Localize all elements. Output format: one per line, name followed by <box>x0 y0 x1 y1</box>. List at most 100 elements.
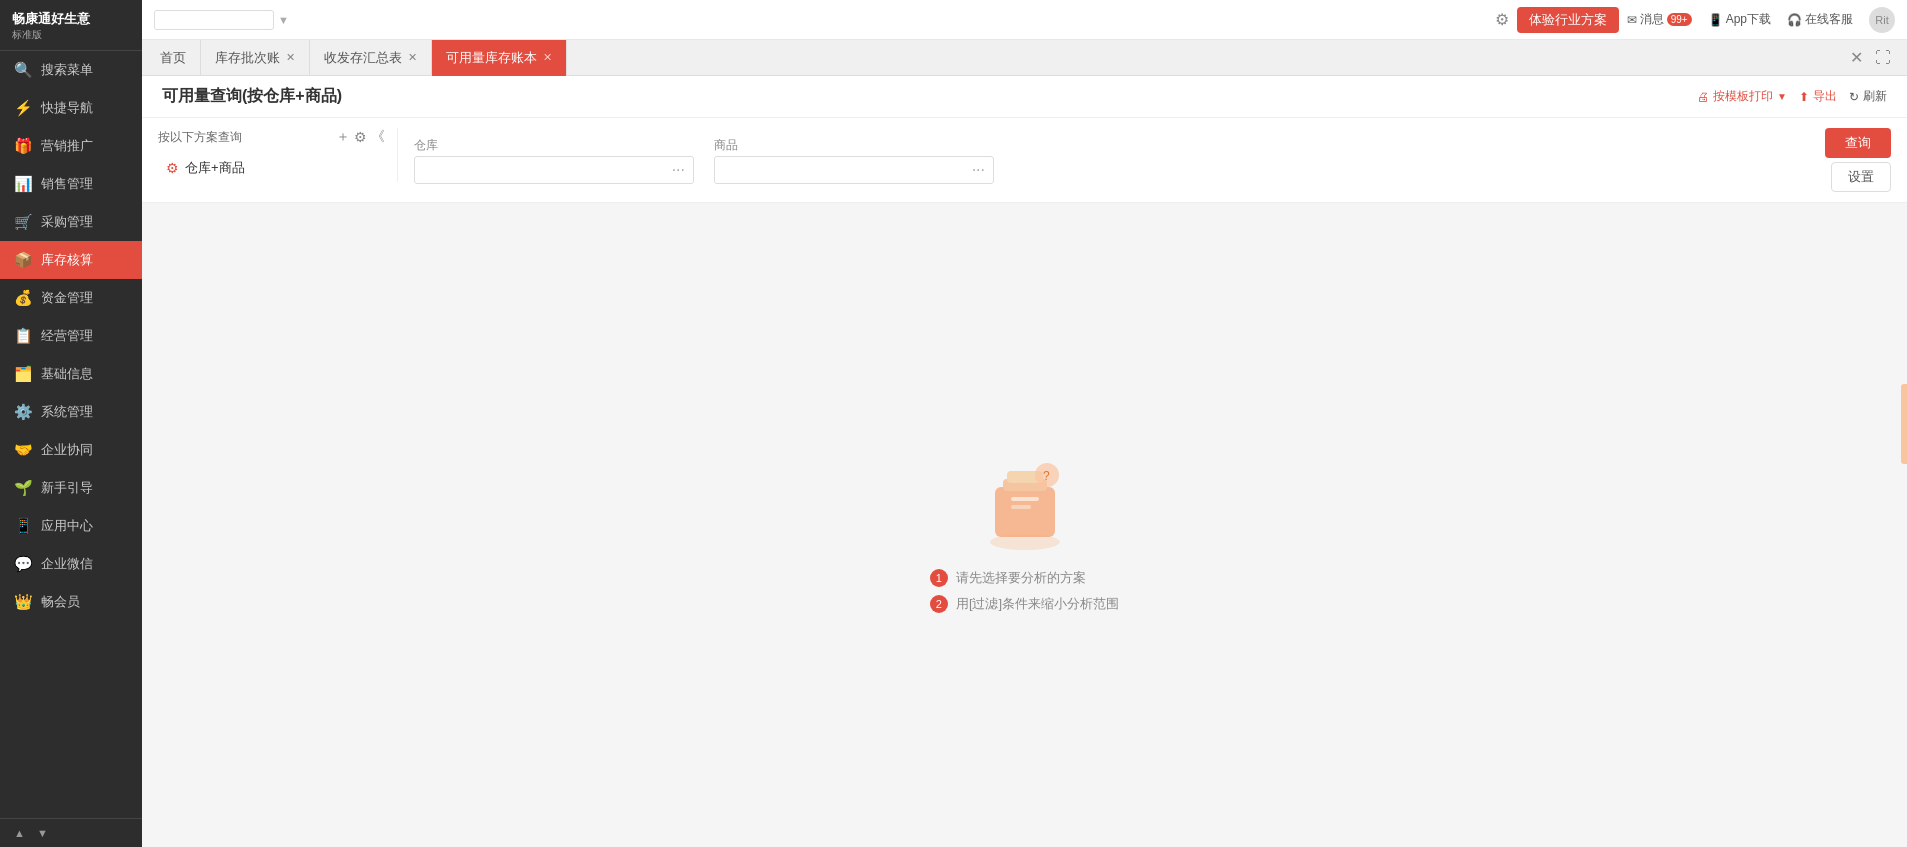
tab-home[interactable]: 首页 <box>146 40 201 76</box>
print-icon: 🖨 <box>1697 90 1709 104</box>
topbar-breadcrumb: ▼ <box>154 10 1487 30</box>
product-label: 商品 <box>714 137 994 154</box>
tab-close-icon[interactable]: ✕ <box>543 51 552 64</box>
warehouse-dots-icon[interactable]: ··· <box>672 161 685 179</box>
sidebar-item-label: 资金管理 <box>41 289 93 307</box>
add-scheme-button[interactable]: ＋ <box>336 128 350 146</box>
sidebar-item-label: 新手引导 <box>41 479 93 497</box>
sidebar-scroll-down-icon: ▼ <box>37 827 48 839</box>
app-download-button[interactable]: 📱 App下载 <box>1708 11 1771 28</box>
message-button[interactable]: ✉ 消息 99+ <box>1627 11 1692 28</box>
warehouse-label: 仓库 <box>414 137 694 154</box>
handshake-icon: 🤝 <box>14 441 33 459</box>
tab-close-all-button[interactable]: ✕ <box>1846 46 1867 69</box>
sidebar-item-enterprise[interactable]: 🤝 企业协同 <box>0 431 142 469</box>
print-label: 按模板打印 <box>1713 88 1773 105</box>
right-edge-indicator <box>1901 384 1907 464</box>
guide-icon: 🌱 <box>14 479 33 497</box>
tabs-bar: 首页 库存批次账 ✕ 收发存汇总表 ✕ 可用量库存账本 ✕ ✕ ⛶ <box>142 40 1907 76</box>
topbar-search-input[interactable] <box>154 10 274 30</box>
user-avatar[interactable]: Rit <box>1869 7 1895 33</box>
topbar-settings-icon[interactable]: ⚙ <box>1495 10 1509 29</box>
sidebar-item-operations[interactable]: 📋 经营管理 <box>0 317 142 355</box>
app-title: 畅康通好生意 <box>12 10 130 28</box>
export-icon: ⬆ <box>1799 90 1809 104</box>
tab-receipt-summary-label: 收发存汇总表 <box>324 49 402 67</box>
tab-home-label: 首页 <box>160 49 186 67</box>
cart-icon: 🛒 <box>14 213 33 231</box>
box-icon: 📦 <box>14 251 33 269</box>
message-badge: 99+ <box>1667 13 1692 26</box>
sidebar-item-guide[interactable]: 🌱 新手引导 <box>0 469 142 507</box>
tab-expand-button[interactable]: ⛶ <box>1871 47 1895 69</box>
dropdown-arrow-icon: ▼ <box>278 14 289 26</box>
export-button[interactable]: ⬆ 导出 <box>1799 88 1837 105</box>
sidebar-item-search[interactable]: 🔍 搜索菜单 <box>0 51 142 89</box>
tip-2-text: 用[过滤]条件来缩小分析范围 <box>956 595 1119 613</box>
sidebar-bottom: ▲ ▼ <box>0 818 142 847</box>
warehouse-input[interactable]: ··· <box>414 156 694 184</box>
sidebar-item-label: 基础信息 <box>41 365 93 383</box>
sidebar-item-appstore[interactable]: 📱 应用中心 <box>0 507 142 545</box>
product-dots-icon[interactable]: ··· <box>972 161 985 179</box>
dropdown-chevron-icon: ▼ <box>1777 91 1787 102</box>
trial-industry-button[interactable]: 体验行业方案 <box>1517 7 1619 33</box>
product-input[interactable]: ··· <box>714 156 994 184</box>
empty-tips: 1 请先选择要分析的方案 2 用[过滤]条件来缩小分析范围 <box>930 569 1119 613</box>
wechat-icon: 💬 <box>14 555 33 573</box>
scheme-item-icon: ⚙ <box>166 160 179 176</box>
filter-scheme-header: 按以下方案查询 ＋ ⚙ 《 <box>158 128 385 146</box>
search-icon: 🔍 <box>14 61 33 79</box>
refresh-button[interactable]: ↻ 刷新 <box>1849 88 1887 105</box>
tabs-actions: ✕ ⛶ <box>1846 46 1903 69</box>
online-service-button[interactable]: 🎧 在线客服 <box>1787 11 1853 28</box>
page-actions: 🖨 按模板打印 ▼ ⬆ 导出 ↻ 刷新 <box>1697 88 1887 105</box>
sidebar-item-member[interactable]: 👑 畅会员 <box>0 583 142 621</box>
sidebar-item-label: 系统管理 <box>41 403 93 421</box>
sidebar-item-shortcuts[interactable]: ⚡ 快捷导航 <box>0 89 142 127</box>
tab-batch-ledger[interactable]: 库存批次账 ✕ <box>201 40 310 76</box>
sidebar-item-label: 企业微信 <box>41 555 93 573</box>
collapse-scheme-button[interactable]: 《 <box>371 128 385 146</box>
empty-tip-1: 1 请先选择要分析的方案 <box>930 569 1119 587</box>
print-template-button[interactable]: 🖨 按模板打印 ▼ <box>1697 88 1787 105</box>
app-download-label: App下载 <box>1726 11 1771 28</box>
tip-1-text: 请先选择要分析的方案 <box>956 569 1086 587</box>
sidebar-item-wechat[interactable]: 💬 企业微信 <box>0 545 142 583</box>
svg-rect-5 <box>1011 505 1031 509</box>
sidebar-item-basic[interactable]: 🗂️ 基础信息 <box>0 355 142 393</box>
sidebar: 畅康通好生意 标准版 🔍 搜索菜单 ⚡ 快捷导航 🎁 营销推广 📊 销售管理 🛒… <box>0 0 142 847</box>
tab-batch-ledger-label: 库存批次账 <box>215 49 280 67</box>
topbar-right: ✉ 消息 99+ 📱 App下载 🎧 在线客服 Rit <box>1627 7 1895 33</box>
scheme-item-warehouse-product[interactable]: ⚙ 仓库+商品 <box>158 154 385 182</box>
gift-icon: 🎁 <box>14 137 33 155</box>
sidebar-item-label: 快捷导航 <box>41 99 93 117</box>
sidebar-item-purchase[interactable]: 🛒 采购管理 <box>0 203 142 241</box>
product-field: 商品 ··· <box>714 137 994 184</box>
page-content: 可用量查询(按仓库+商品) 🖨 按模板打印 ▼ ⬆ 导出 ↻ 刷新 <box>142 76 1907 847</box>
warehouse-field: 仓库 ··· <box>414 137 694 184</box>
app-subtitle: 标准版 <box>12 28 130 42</box>
scheme-actions: ＋ ⚙ 《 <box>336 128 385 146</box>
sidebar-item-system[interactable]: ⚙️ 系统管理 <box>0 393 142 431</box>
filter-fields: 仓库 ··· 商品 ··· 查询 设置 <box>398 128 1891 192</box>
svg-rect-1 <box>995 487 1055 537</box>
scheme-label: 按以下方案查询 <box>158 129 242 146</box>
tab-close-icon[interactable]: ✕ <box>286 51 295 64</box>
settings-button[interactable]: 设置 <box>1831 162 1891 192</box>
sidebar-item-label: 企业协同 <box>41 441 93 459</box>
sidebar-item-marketing[interactable]: 🎁 营销推广 <box>0 127 142 165</box>
sidebar-item-inventory[interactable]: 📦 库存核算 <box>0 241 142 279</box>
edit-scheme-button[interactable]: ⚙ <box>354 128 367 146</box>
query-button[interactable]: 查询 <box>1825 128 1891 158</box>
tab-close-icon[interactable]: ✕ <box>408 51 417 64</box>
crown-icon: 👑 <box>14 593 33 611</box>
sidebar-nav: 🔍 搜索菜单 ⚡ 快捷导航 🎁 营销推广 📊 销售管理 🛒 采购管理 📦 库存核… <box>0 51 142 818</box>
scheme-item-label: 仓库+商品 <box>185 159 245 177</box>
tab-available-ledger[interactable]: 可用量库存账本 ✕ <box>432 40 567 76</box>
headset-icon: 🎧 <box>1787 13 1802 27</box>
sidebar-item-finance[interactable]: 💰 资金管理 <box>0 279 142 317</box>
tab-receipt-summary[interactable]: 收发存汇总表 ✕ <box>310 40 432 76</box>
sidebar-item-sales[interactable]: 📊 销售管理 <box>0 165 142 203</box>
main-area: ▼ ⚙ 体验行业方案 ✉ 消息 99+ 📱 App下载 🎧 在线客服 Rit <box>142 0 1907 847</box>
